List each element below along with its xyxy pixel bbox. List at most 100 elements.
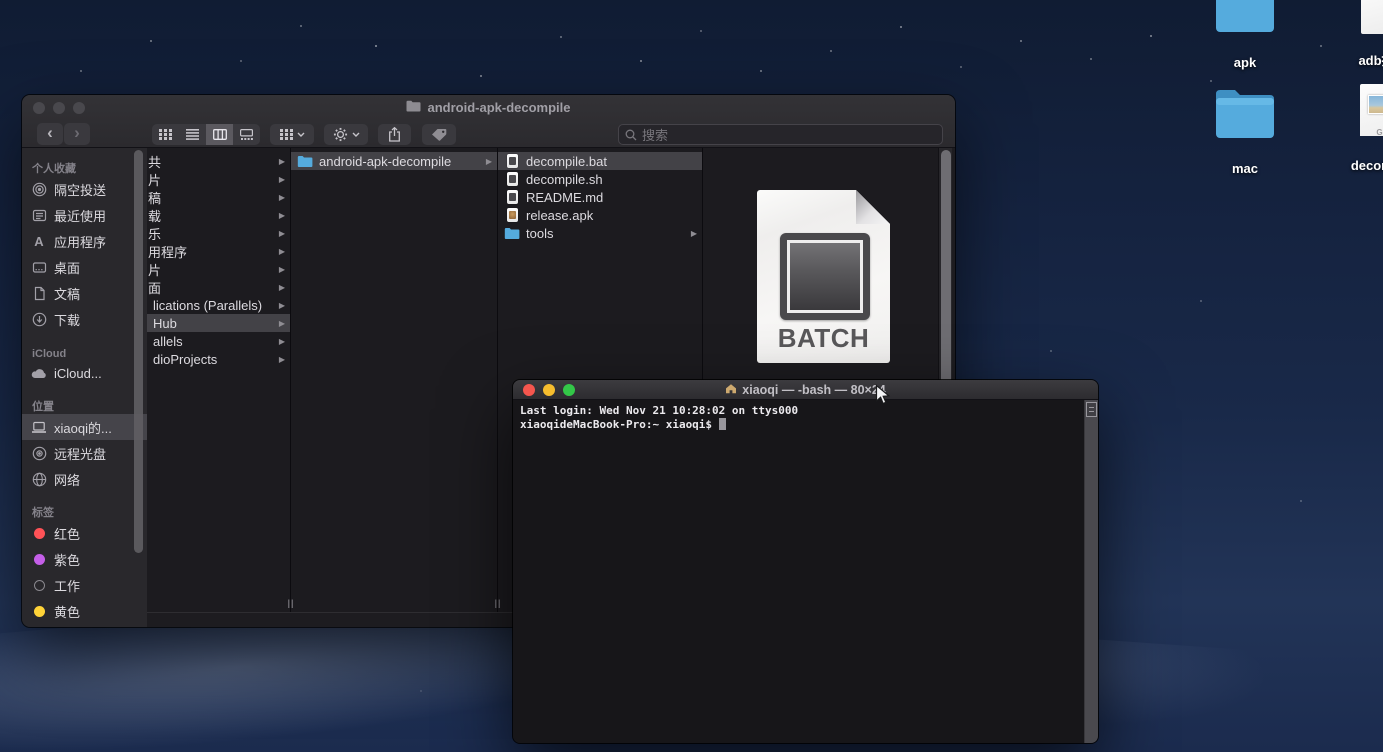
close-button[interactable]: [523, 384, 535, 396]
disclosure-arrow-icon: ▶: [278, 282, 285, 292]
folder-icon: [1214, 88, 1276, 145]
terminal-titlebar[interactable]: xiaoqi — -bash — 80×24: [513, 380, 1098, 400]
sidebar-item-desktop[interactable]: 桌面: [22, 254, 147, 280]
batch-file-preview-icon: BATCH: [757, 190, 890, 363]
sidebar-header-favorites: 个人收藏: [32, 163, 76, 175]
terminal-scrollbar-track[interactable]: [1084, 400, 1098, 743]
desktop-icon-mac[interactable]: mac: [1213, 88, 1277, 176]
terminal-title: xiaoqi — -bash — 80×24: [742, 382, 886, 397]
sidebar-item-tag-work[interactable]: 工作: [22, 572, 147, 598]
chevron-down-icon: [352, 132, 359, 137]
yellow-tag-icon: [33, 605, 45, 617]
column-view-button[interactable]: [206, 124, 233, 145]
window-title: android-apk-decompile: [427, 100, 571, 115]
column-item[interactable]: dioProjects ▶: [147, 350, 290, 368]
forward-button[interactable]: ›: [64, 123, 90, 145]
terminal-prompt-line: xiaoqideMacBook-Pro:~ xiaoqi$: [520, 418, 1098, 432]
sidebar-item-tag-purple[interactable]: 紫色: [22, 546, 147, 572]
sidebar-header-locations: 位置: [32, 401, 54, 413]
terminal-line: Last login: Wed Nov 21 10:28:02 on ttys0…: [520, 404, 799, 417]
folder-icon: [297, 154, 313, 169]
column-item[interactable]: decompile.sh: [498, 170, 702, 188]
sidebar-item-icloud[interactable]: iCloud...: [22, 360, 147, 386]
search-input[interactable]: 搜索: [618, 124, 943, 145]
column-item-selected[interactable]: decompile.bat: [498, 152, 702, 170]
sidebar-item-tag-yellow[interactable]: 黄色: [22, 598, 147, 624]
gif-badge: GIF: [1376, 128, 1383, 137]
applications-icon: A: [34, 233, 44, 249]
column-item[interactable]: README.md: [498, 188, 702, 206]
back-button[interactable]: ‹: [37, 123, 63, 145]
sidebar-item-recents[interactable]: 最近使用: [22, 202, 147, 228]
batch-label: BATCH: [777, 323, 870, 353]
disclosure-arrow-icon: ▶: [690, 228, 697, 238]
column-item[interactable]: 用程序 ▶: [147, 242, 290, 260]
column-item-selected[interactable]: Hub ▶: [147, 314, 290, 332]
sidebar-item-network[interactable]: 网络: [22, 466, 147, 492]
share-icon: [389, 127, 400, 142]
sidebar-item-tag-red[interactable]: 红色: [22, 520, 147, 546]
share-button[interactable]: [378, 124, 411, 145]
column-resize-handle[interactable]: ||: [284, 598, 298, 608]
airdrop-icon: [31, 181, 47, 197]
zoom-button[interactable]: [563, 384, 575, 396]
column-home: 共 ▶ 片 ▶ 稿 ▶ 载 ▶ 乐 ▶ 用程序 ▶ 片 ▶ 面 ▶ lications (Par…: [147, 148, 291, 612]
sidebar-scrollbar[interactable]: [134, 150, 143, 553]
icon-view-button[interactable]: [152, 124, 179, 145]
work-tag-icon: [33, 579, 45, 591]
disclosure-arrow-icon: ▶: [278, 228, 285, 238]
shell-file-icon: [504, 172, 520, 187]
terminal-cursor: [719, 418, 727, 430]
sidebar-item-this-mac[interactable]: xiaoqi的...: [22, 414, 147, 440]
column-item[interactable]: 共 ▶: [147, 152, 290, 170]
list-view-button[interactable]: [179, 124, 206, 145]
sidebar-item-remote-disc[interactable]: 远程光盘: [22, 440, 147, 466]
action-menu-button[interactable]: [324, 124, 368, 145]
document-icon: [31, 285, 47, 301]
desktop-icon-label: decompile: [1350, 158, 1383, 173]
view-mode-control: [152, 124, 260, 145]
column-item[interactable]: release.apk: [498, 206, 702, 224]
sidebar-item-documents[interactable]: 文稿: [22, 280, 147, 306]
desktop-icon-apk[interactable]: apk: [1213, 0, 1277, 70]
column-item[interactable]: 稿 ▶: [147, 188, 290, 206]
desktop-icon-label: apk: [1233, 55, 1257, 70]
column-item[interactable]: 乐 ▶: [147, 224, 290, 242]
column-item[interactable]: 载 ▶: [147, 206, 290, 224]
batch-file-icon: [504, 154, 520, 169]
desktop: apk adb指令 mac GIF decompile: [0, 0, 1383, 752]
column-item[interactable]: allels ▶: [147, 332, 290, 350]
sidebar-item-applications[interactable]: A 应用程序: [22, 228, 147, 254]
chevron-down-icon: [297, 132, 304, 137]
column-item[interactable]: lications (Parallels) ▶: [147, 296, 290, 314]
search-placeholder: 搜索: [642, 128, 669, 143]
sidebar-item-downloads[interactable]: 下载: [22, 306, 147, 332]
disclosure-arrow-icon: ▶: [278, 246, 285, 256]
globe-icon: [31, 471, 47, 487]
group-by-button[interactable]: [270, 124, 314, 145]
terminal-scrollbar-thumb[interactable]: [1086, 402, 1097, 417]
desktop-icon-adb[interactable]: adb指令: [1346, 0, 1383, 69]
column-item[interactable]: 片 ▶: [147, 170, 290, 188]
photo-thumbnail: [1368, 95, 1383, 114]
red-tag-icon: [33, 527, 45, 539]
column-item[interactable]: 面 ▶: [147, 278, 290, 296]
terminal-output[interactable]: Last login: Wed Nov 21 10:28:02 on ttys0…: [513, 400, 1098, 743]
tag-button[interactable]: [422, 124, 456, 145]
desktop-icon-decompile[interactable]: GIF decompile: [1340, 84, 1383, 173]
folder-icon: [1214, 0, 1276, 39]
column-resize-handle[interactable]: ||: [491, 598, 505, 608]
download-icon: [31, 311, 47, 327]
finder-titlebar[interactable]: android-apk-decompile ‹ › 搜索: [22, 95, 955, 148]
disclosure-arrow-icon: ▶: [278, 156, 285, 166]
column-item[interactable]: 片 ▶: [147, 260, 290, 278]
sidebar-item-airdrop[interactable]: 隔空投送: [22, 176, 147, 202]
gallery-view-button[interactable]: [233, 124, 260, 145]
column-item-selected[interactable]: android-apk-decompile ▶: [291, 152, 497, 170]
column-item[interactable]: tools ▶: [498, 224, 702, 242]
disclosure-arrow-icon: ▶: [278, 300, 285, 310]
disc-icon: [31, 445, 47, 461]
disclosure-arrow-icon: ▶: [278, 210, 285, 220]
disclosure-arrow-icon: ▶: [278, 192, 285, 202]
minimize-button[interactable]: [543, 384, 555, 396]
